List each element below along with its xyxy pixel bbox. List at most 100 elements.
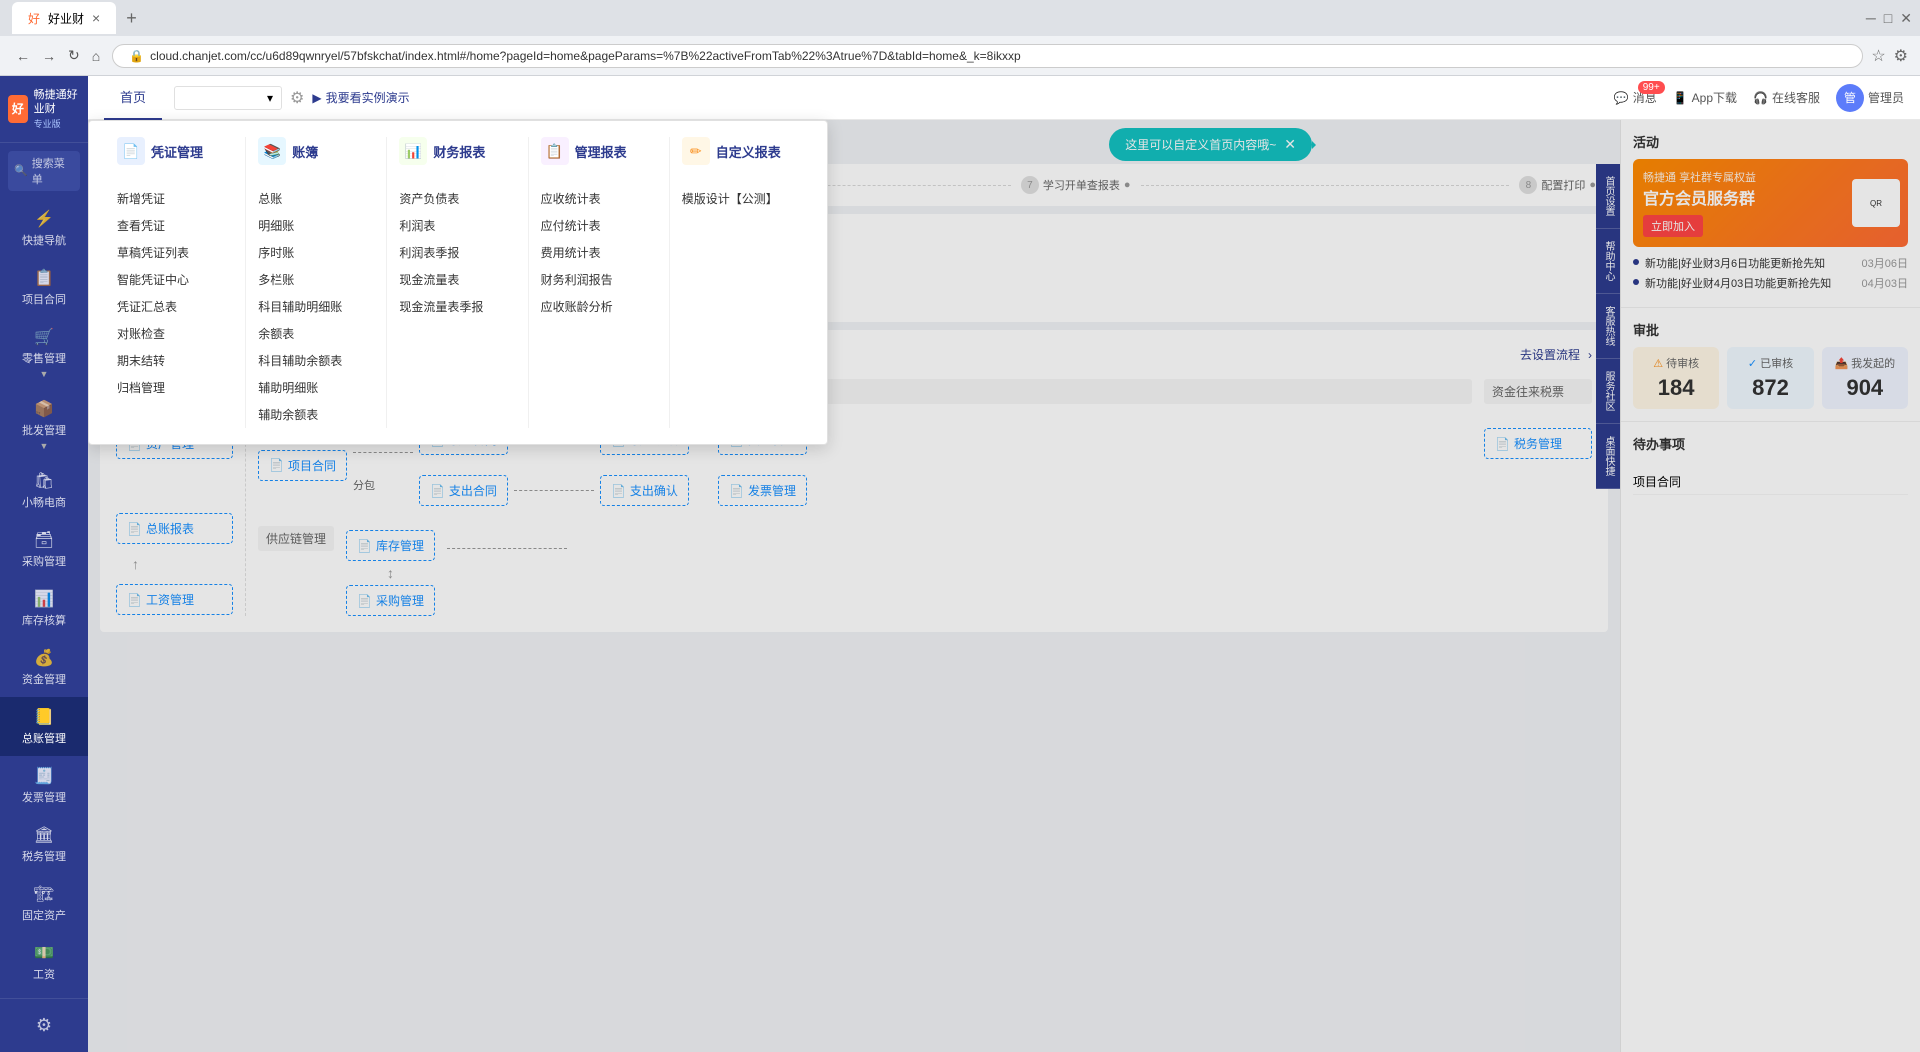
browser-chrome: 好 好业财 × + ─ □ ✕ — [0, 0, 1920, 36]
demo-icon: ▶ — [312, 91, 321, 105]
app-container: 好 畅捷通好业财 专业版 🔍 搜索菜单 ⚡ 快捷导航 📋 项目合同 🛒 零售管理… — [0, 76, 1920, 1052]
menu-view-voucher[interactable]: 查看凭证 — [117, 212, 233, 239]
sidebar-item-wholesale[interactable]: 📦 批发管理 ▼ — [0, 389, 88, 461]
menu-reconcile[interactable]: 对账检查 — [117, 320, 233, 347]
menu-smart-center[interactable]: 智能凭证中心 — [117, 266, 233, 293]
sidebar-search[interactable]: 🔍 搜索菜单 — [8, 151, 80, 191]
sidebar-item-ecom[interactable]: 🛍 小畅电商 — [0, 461, 88, 520]
address-bar-right: ☆ ⚙ — [1871, 46, 1908, 66]
menu-detail-ledger[interactable]: 明细账 — [258, 212, 374, 239]
tab-close-btn[interactable]: × — [92, 10, 100, 26]
active-tab[interactable]: 好 好业财 × — [12, 2, 116, 34]
online-service-btn[interactable]: 🎧 在线客服 — [1753, 89, 1820, 106]
menu-search-input[interactable] — [183, 91, 263, 105]
menu-voucher-summary[interactable]: 凭证汇总表 — [117, 293, 233, 320]
payroll-icon: 💵 — [34, 943, 54, 963]
settings-gear-btn[interactable]: ⚙ — [4, 1007, 84, 1044]
sidebar-item-label: 发票管理 — [22, 789, 66, 805]
sidebar-item-quick[interactable]: ⚡ 快捷导航 — [0, 199, 88, 258]
menu-archive[interactable]: 归档管理 — [117, 374, 233, 401]
user-avatar-btn[interactable]: 管 管理员 — [1836, 84, 1904, 112]
menu-template-design[interactable]: 模版设计【公测】 — [682, 185, 799, 212]
funds-icon: 💰 — [34, 648, 54, 668]
menu-seq-ledger[interactable]: 序时账 — [258, 239, 374, 266]
menu-period-end[interactable]: 期末结转 — [117, 347, 233, 374]
menu-subject-detail[interactable]: 科目辅助明细账 — [258, 293, 374, 320]
demo-link[interactable]: ▶ 我要看实例演示 — [312, 89, 409, 106]
service-label: 在线客服 — [1772, 89, 1820, 106]
dropdown-arrow-icon: ▾ — [267, 91, 273, 105]
message-btn[interactable]: 💬 消息 99+ — [1614, 89, 1657, 106]
extensions-btn[interactable]: ⚙ — [1894, 46, 1908, 66]
menu-aux-detail[interactable]: 辅助明细账 — [258, 374, 374, 401]
menu-balance-sheet[interactable]: 资产负债表 — [399, 185, 515, 212]
menu-cashflow-qtr[interactable]: 现金流量表季报 — [399, 293, 515, 320]
menu-subject-balance[interactable]: 科目辅助余额表 — [258, 347, 374, 374]
voucher-title: 凭证管理 — [151, 142, 203, 161]
fr-header: 📊 财务报表 — [399, 137, 515, 173]
sidebar-item-ledger[interactable]: 📒 总账管理 — [0, 697, 88, 756]
sidebar-item-label: 库存核算 — [22, 612, 66, 628]
ledger-menu-title: 账簿 — [292, 142, 318, 161]
menu-ap-stats[interactable]: 应付统计表 — [541, 212, 657, 239]
menu-ar-aging[interactable]: 应收账龄分析 — [541, 293, 657, 320]
menu-section-mgmt-report: 📋 管理报表 应收统计表 应付统计表 费用统计表 财务利润报告 应收账龄分析 — [529, 137, 670, 428]
sidebar-item-invoice[interactable]: 🧾 发票管理 — [0, 756, 88, 815]
restore-btn[interactable]: □ — [1884, 10, 1892, 27]
menu-cashflow[interactable]: 现金流量表 — [399, 266, 515, 293]
menu-search-dropdown[interactable]: ▾ — [174, 86, 282, 110]
avatar: 管 — [1836, 84, 1864, 112]
top-nav-right: 💬 消息 99+ 📱 App下载 🎧 在线客服 管 管理员 — [1614, 84, 1904, 112]
sidebar-item-payroll[interactable]: 💵 工资 — [0, 933, 88, 992]
minimize-btn[interactable]: ─ — [1866, 10, 1876, 27]
tax-icon: 🏛 — [34, 825, 54, 845]
retail-icon: 🛒 — [34, 327, 54, 347]
menu-expense-stats[interactable]: 费用统计表 — [541, 239, 657, 266]
sidebar-item-label: 快捷导航 — [22, 232, 66, 248]
new-tab-button[interactable]: + — [120, 6, 143, 31]
dropdown-overlay[interactable]: 📄 凭证管理 新增凭证 查看凭证 草稿凭证列表 智能凭证中心 凭证汇总表 对账检… — [88, 120, 1920, 1052]
menu-income-stmt[interactable]: 利润表 — [399, 212, 515, 239]
cr-title: 自定义报表 — [716, 142, 781, 161]
menu-section-finance-report: 📊 财务报表 资产负债表 利润表 利润表季报 现金流量表 现金流量表季报 — [387, 137, 528, 428]
ledger-icon: 📒 — [34, 707, 54, 727]
menu-multi-ledger[interactable]: 多栏账 — [258, 266, 374, 293]
ledger-header: 📚 账簿 — [258, 137, 374, 173]
sidebar-item-funds[interactable]: 💰 资金管理 — [0, 638, 88, 697]
menu-new-voucher[interactable]: 新增凭证 — [117, 185, 233, 212]
app-download-btn[interactable]: 📱 App下载 — [1673, 89, 1737, 106]
back-button[interactable]: ← — [12, 44, 34, 68]
nav-buttons: ← → ↻ ⌂ — [12, 43, 104, 68]
menu-ar-stats[interactable]: 应收统计表 — [541, 185, 657, 212]
menu-income-qtr[interactable]: 利润表季报 — [399, 239, 515, 266]
sidebar-item-purchase[interactable]: 🗃 采购管理 — [0, 520, 88, 579]
tab-home[interactable]: 首页 — [104, 76, 162, 120]
cr-header: ✏ 自定义报表 — [682, 137, 799, 173]
bookmark-btn[interactable]: ☆ — [1871, 46, 1885, 66]
sidebar-item-project[interactable]: 📋 项目合同 — [0, 258, 88, 317]
sidebar-item-retail[interactable]: 🛒 零售管理 ▼ — [0, 317, 88, 389]
menu-section-voucher: 📄 凭证管理 新增凭证 查看凭证 草稿凭证列表 智能凭证中心 凭证汇总表 对账检… — [105, 137, 246, 428]
home-button[interactable]: ⌂ — [88, 44, 104, 68]
close-btn[interactable]: ✕ — [1900, 10, 1912, 27]
menu-aux-balance[interactable]: 辅助余额表 — [258, 401, 374, 428]
sidebar-item-inventory[interactable]: 📊 库存核算 — [0, 579, 88, 638]
settings-btn[interactable]: ⚙ — [290, 88, 304, 108]
purchase-icon: 🗃 — [34, 530, 54, 550]
menu-general-ledger[interactable]: 总账 — [258, 185, 374, 212]
top-nav: 首页 ▾ ⚙ ▶ 我要看实例演示 💬 消息 99+ — [88, 76, 1920, 120]
sidebar-item-tax[interactable]: 🏛 税务管理 — [0, 815, 88, 874]
menu-balance-table[interactable]: 余额表 — [258, 320, 374, 347]
sidebar-item-assets[interactable]: 🏗 固定资产 — [0, 874, 88, 933]
sidebar-item-label: 固定资产 — [22, 907, 66, 923]
menu-profit-report[interactable]: 财务利润报告 — [541, 266, 657, 293]
app-download-label: App下载 — [1692, 89, 1737, 106]
search-label: 搜索菜单 — [32, 155, 74, 187]
forward-button[interactable]: → — [38, 44, 60, 68]
search-icon: 🔍 — [14, 164, 28, 177]
main-content: 首页 ▾ ⚙ ▶ 我要看实例演示 💬 消息 99+ — [88, 76, 1920, 1052]
url-bar[interactable]: 🔒 cloud.chanjet.com/cc/u6d89qwnryel/57bf… — [112, 44, 1863, 68]
sidebar-item-label: 零售管理 — [22, 350, 66, 366]
reload-button[interactable]: ↻ — [64, 43, 84, 68]
menu-draft-voucher[interactable]: 草稿凭证列表 — [117, 239, 233, 266]
